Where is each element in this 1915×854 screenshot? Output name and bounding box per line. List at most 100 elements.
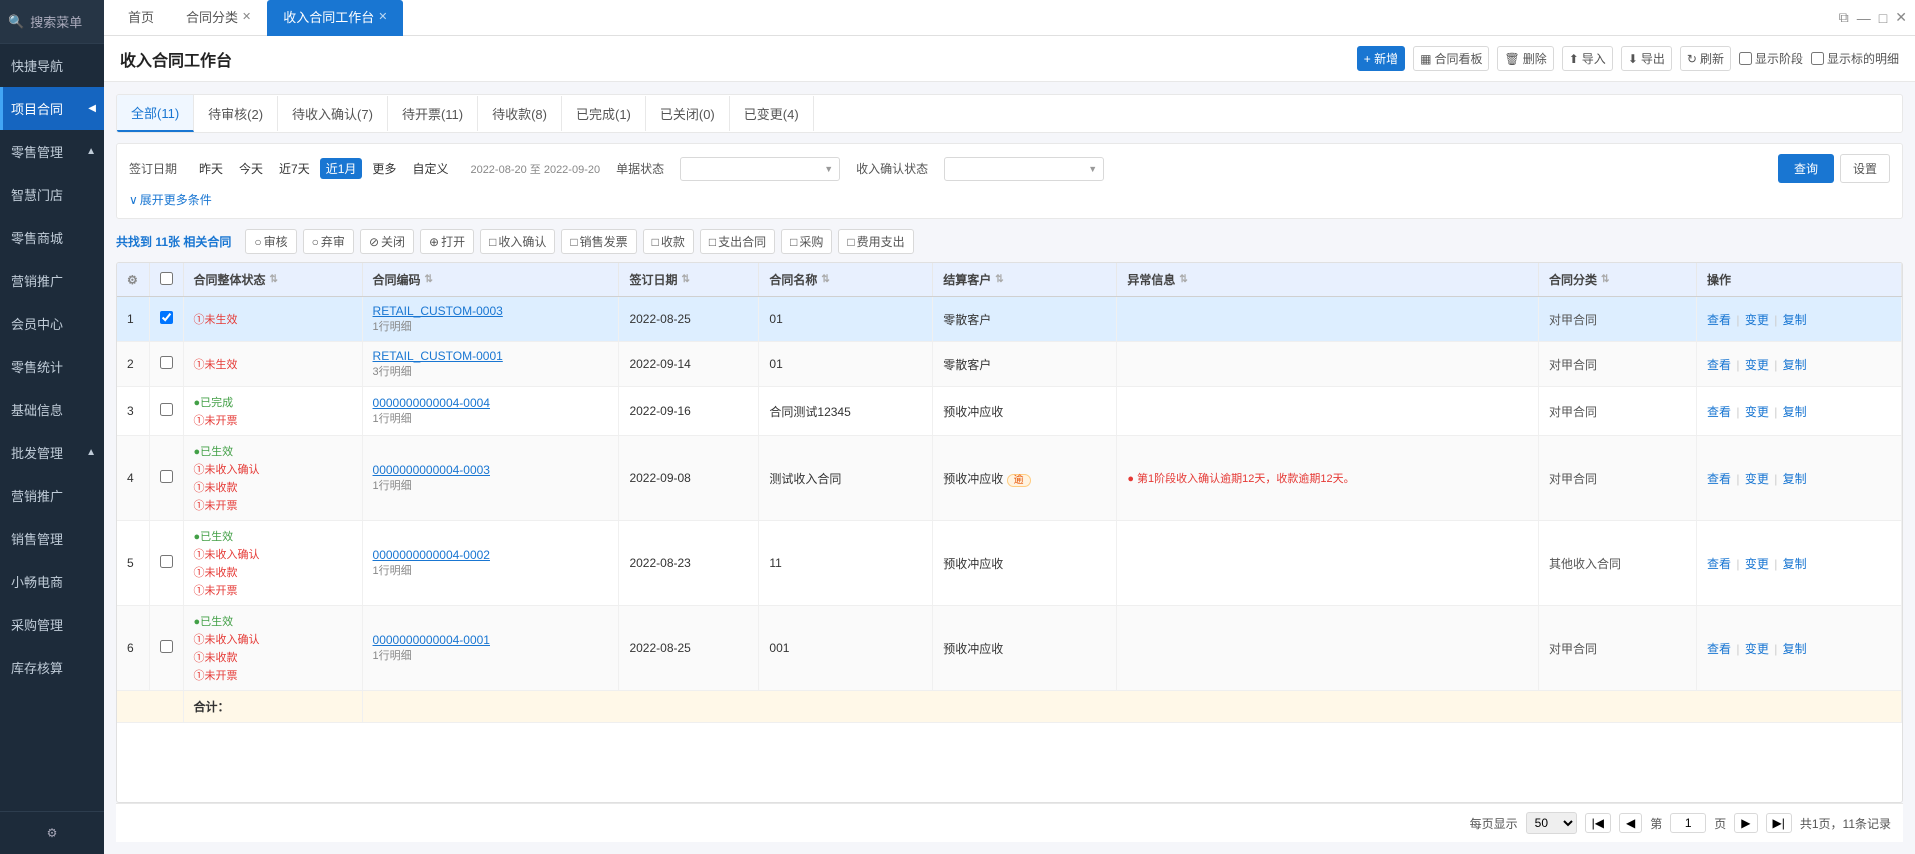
sort-icon-status[interactable]: ⇅ xyxy=(270,274,278,285)
contract-code-link[interactable]: RETAIL_CUSTOM-0003 xyxy=(373,304,503,318)
sort-icon-date[interactable]: ⇅ xyxy=(681,274,689,285)
action-view[interactable]: 查看 xyxy=(1707,642,1731,656)
action-view[interactable]: 查看 xyxy=(1707,472,1731,486)
sort-icon-abnormal[interactable]: ⇅ xyxy=(1179,274,1187,285)
date-btn-more[interactable]: 更多 xyxy=(366,158,402,179)
sort-icon-type[interactable]: ⇅ xyxy=(1601,274,1609,285)
action-edit[interactable]: 变更 xyxy=(1745,472,1769,486)
data-table-wrap[interactable]: ⚙ 合同整体状态⇅ 合同编码⇅ 签订日期⇅ 合同名称⇅ 结算客户⇅ 异常信息⇅ … xyxy=(116,262,1903,803)
tab-close-contract-category[interactable]: ✕ xyxy=(242,10,251,23)
btn-close[interactable]: ⊘ 关闭 xyxy=(360,229,414,254)
tab-minimize-icon[interactable]: — xyxy=(1857,10,1871,26)
action-edit[interactable]: 变更 xyxy=(1745,642,1769,656)
action-copy[interactable]: 复制 xyxy=(1783,472,1807,486)
sidebar-item-purchase[interactable]: 采购管理 xyxy=(0,603,104,646)
action-copy[interactable]: 复制 xyxy=(1783,358,1807,372)
subtab-completed[interactable]: 已完成(1) xyxy=(562,96,646,131)
subtab-pending-income[interactable]: 待收入确认(7) xyxy=(278,96,388,131)
page-last-btn[interactable]: ▶| xyxy=(1766,813,1792,833)
sidebar-item-retail-mgmt[interactable]: 零售管理 ▲ xyxy=(0,130,104,173)
sidebar-item-project-contract[interactable]: 项目合同 ◀ xyxy=(0,87,104,130)
tab-maximize-icon[interactable]: □ xyxy=(1879,10,1887,26)
btn-open[interactable]: ⊕ 打开 xyxy=(420,229,474,254)
page-prev-btn[interactable]: ◀ xyxy=(1619,813,1642,833)
action-view[interactable]: 查看 xyxy=(1707,358,1731,372)
tab-contract-category[interactable]: 合同分类 ✕ xyxy=(170,0,267,36)
doc-status-select[interactable] xyxy=(680,157,840,181)
sidebar-item-retail-stats[interactable]: 零售统计 xyxy=(0,345,104,388)
btn-purchase[interactable]: □ 采购 xyxy=(781,229,832,254)
btn-expense-contract[interactable]: □ 支出合同 xyxy=(700,229,775,254)
select-all-checkbox[interactable] xyxy=(160,272,173,285)
tab-income-workbench[interactable]: 收入合同工作台 ✕ xyxy=(267,0,403,36)
contract-code-link[interactable]: RETAIL_CUSTOM-0001 xyxy=(373,349,503,363)
row-checkbox[interactable] xyxy=(149,387,183,436)
action-view[interactable]: 查看 xyxy=(1707,405,1731,419)
action-copy[interactable]: 复制 xyxy=(1783,313,1807,327)
date-btn-7days[interactable]: 近7天 xyxy=(273,158,316,179)
subtab-changed[interactable]: 已变更(4) xyxy=(730,96,814,131)
subtab-pending-review[interactable]: 待审核(2) xyxy=(194,96,278,131)
action-copy[interactable]: 复制 xyxy=(1783,405,1807,419)
btn-sales-invoice[interactable]: □ 销售发票 xyxy=(561,229,636,254)
sidebar-item-retail-mall[interactable]: 零售商城 xyxy=(0,216,104,259)
subtab-pending-payment[interactable]: 待收款(8) xyxy=(478,96,562,131)
action-edit[interactable]: 变更 xyxy=(1745,557,1769,571)
new-button[interactable]: + 新增 xyxy=(1357,46,1405,71)
contract-code-link[interactable]: 0000000000004-0001 xyxy=(373,633,490,647)
sidebar-settings[interactable]: ⚙ xyxy=(0,811,104,854)
date-btn-today[interactable]: 今天 xyxy=(233,158,269,179)
expand-filter[interactable]: ∨ 展开更多条件 xyxy=(129,191,1890,208)
export-button[interactable]: ⬇ 导出 xyxy=(1621,46,1672,71)
date-btn-custom[interactable]: 自定义 xyxy=(406,158,454,179)
btn-expense-out[interactable]: □ 费用支出 xyxy=(838,229,913,254)
action-view[interactable]: 查看 xyxy=(1707,557,1731,571)
tab-close-income-workbench[interactable]: ✕ xyxy=(378,10,387,23)
th-settings[interactable]: ⚙ xyxy=(117,263,149,297)
page-first-btn[interactable]: |◀ xyxy=(1585,813,1611,833)
action-copy[interactable]: 复制 xyxy=(1783,642,1807,656)
sidebar-search[interactable]: 🔍 搜索菜单 xyxy=(0,0,104,44)
action-edit[interactable]: 变更 xyxy=(1745,358,1769,372)
delete-button[interactable]: 🗑 删除 xyxy=(1497,46,1553,71)
sidebar-item-smart-store[interactable]: 智慧门店 xyxy=(0,173,104,216)
refresh-button[interactable]: ↻ 刷新 xyxy=(1680,46,1731,71)
sidebar-item-wholesale[interactable]: 批发管理 ▲ xyxy=(0,431,104,474)
row-checkbox[interactable] xyxy=(149,297,183,342)
contract-code-link[interactable]: 0000000000004-0002 xyxy=(373,548,490,562)
sidebar-item-xiaochang[interactable]: 小畅电商 xyxy=(0,560,104,603)
query-button[interactable]: 查询 xyxy=(1778,154,1834,183)
import-button[interactable]: ⬆ 导入 xyxy=(1562,46,1613,71)
subtab-pending-invoice[interactable]: 待开票(11) xyxy=(388,96,478,131)
btn-abandon-review[interactable]: ○ 弃审 xyxy=(303,229,354,254)
subtab-closed[interactable]: 已关闭(0) xyxy=(646,96,730,131)
date-btn-1month[interactable]: 近1月 xyxy=(320,158,363,179)
income-confirm-select[interactable] xyxy=(944,157,1104,181)
btn-review[interactable]: ○ 审核 xyxy=(245,229,296,254)
contract-code-link[interactable]: 0000000000004-0004 xyxy=(373,396,490,410)
sort-icon-code[interactable]: ⇅ xyxy=(425,274,433,285)
tab-window-icon[interactable]: ⧉ xyxy=(1839,9,1849,26)
action-edit[interactable]: 变更 xyxy=(1745,405,1769,419)
sidebar-item-member[interactable]: 会员中心 xyxy=(0,302,104,345)
contract-board-button[interactable]: ▦ 合同看板 xyxy=(1413,46,1489,71)
sidebar-item-base-info[interactable]: 基础信息 xyxy=(0,388,104,431)
sort-icon-name[interactable]: ⇅ xyxy=(821,274,829,285)
show-stage-checkbox[interactable]: 显示阶段 xyxy=(1739,50,1803,67)
btn-payment[interactable]: □ 收款 xyxy=(643,229,694,254)
action-edit[interactable]: 变更 xyxy=(1745,313,1769,327)
row-checkbox[interactable] xyxy=(149,436,183,521)
filter-settings-button[interactable]: 设置 xyxy=(1840,154,1890,183)
date-btn-yesterday[interactable]: 昨天 xyxy=(193,158,229,179)
tab-close-all-icon[interactable]: ✕ xyxy=(1895,9,1907,26)
subtab-all[interactable]: 全部(11) xyxy=(117,95,194,132)
per-page-select[interactable]: 50 100 200 xyxy=(1526,812,1577,834)
row-checkbox[interactable] xyxy=(149,606,183,691)
sidebar-item-marketing2[interactable]: 营销推广 xyxy=(0,474,104,517)
action-copy[interactable]: 复制 xyxy=(1783,557,1807,571)
tab-home[interactable]: 首页 xyxy=(112,0,170,36)
row-checkbox[interactable] xyxy=(149,521,183,606)
show-detail-checkbox[interactable]: 显示标的明细 xyxy=(1811,50,1899,67)
btn-income-confirm[interactable]: □ 收入确认 xyxy=(480,229,555,254)
th-checkbox[interactable] xyxy=(149,263,183,297)
